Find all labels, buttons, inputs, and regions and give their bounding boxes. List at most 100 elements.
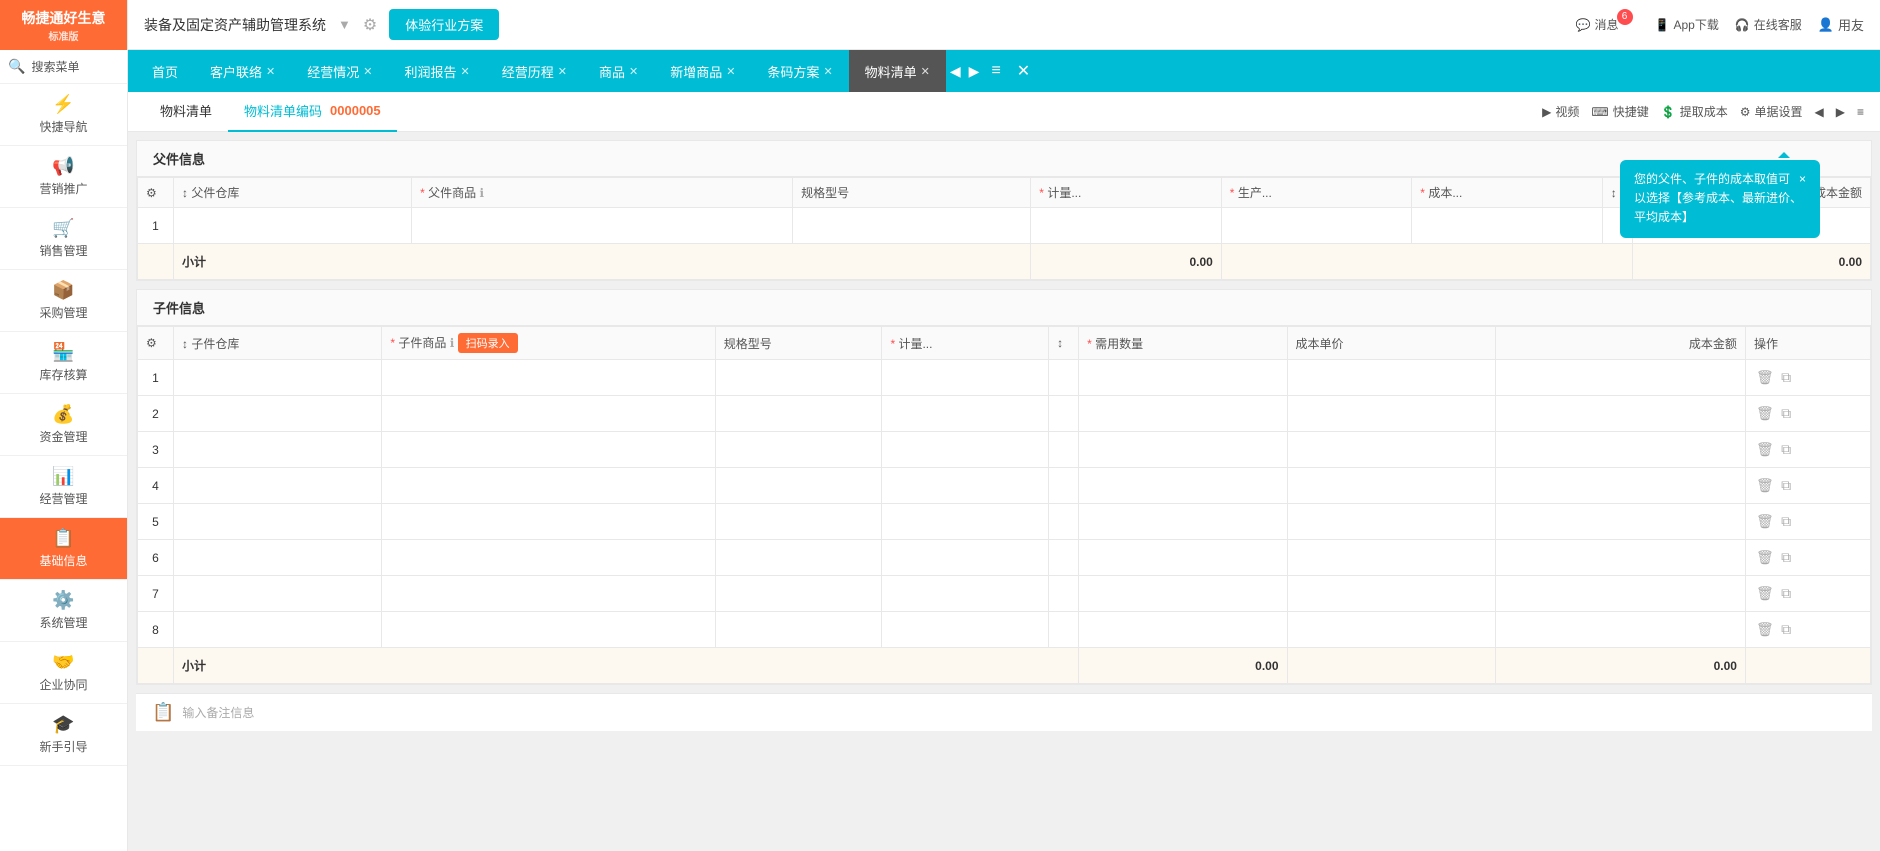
child-qty-cell[interactable] xyxy=(1079,396,1287,432)
scan-button[interactable]: 扫码录入 xyxy=(458,333,518,353)
child-qty-cell[interactable] xyxy=(1079,360,1287,396)
copy-icon[interactable]: ⧉ xyxy=(1781,549,1791,565)
sidebar-item-purchase[interactable]: 📦 采购管理 xyxy=(0,270,127,332)
sidebar-item-enterprise[interactable]: 🤝 企业协同 xyxy=(0,642,127,704)
child-cost-price-cell[interactable] xyxy=(1287,612,1495,648)
parent-warehouse-cell[interactable] xyxy=(174,208,412,244)
copy-icon[interactable]: ⧉ xyxy=(1781,405,1791,421)
tab-products-close[interactable]: ✕ xyxy=(629,65,638,78)
nav-prev[interactable]: ◀ xyxy=(946,63,965,80)
child-unit-cell[interactable] xyxy=(882,540,1049,576)
child-col-settings[interactable]: ⚙ xyxy=(138,327,174,360)
child-qty-cell[interactable] xyxy=(1079,612,1287,648)
tab-products[interactable]: 商品 ✕ xyxy=(583,50,654,92)
child-warehouse-cell[interactable] xyxy=(174,540,382,576)
single-settings-button[interactable]: ⚙ 单据设置 xyxy=(1740,103,1803,120)
nav-fullscreen[interactable]: ✕ xyxy=(1009,61,1038,81)
child-product-cell[interactable] xyxy=(382,396,715,432)
child-product-cell[interactable] xyxy=(382,612,715,648)
parent-unit-cell[interactable] xyxy=(1031,208,1222,244)
child-product-cell[interactable] xyxy=(382,468,715,504)
sidebar-item-operations[interactable]: 📊 经营管理 xyxy=(0,456,127,518)
child-spec-cell[interactable] xyxy=(715,432,882,468)
tab-barcode[interactable]: 条码方案 ✕ xyxy=(751,50,848,92)
sidebar-item-newbie[interactable]: 🎓 新手引导 xyxy=(0,704,127,766)
parent-production-cell[interactable] xyxy=(1221,208,1412,244)
child-cost-price-cell[interactable] xyxy=(1287,576,1495,612)
child-spec-cell[interactable] xyxy=(715,504,882,540)
tab-history-close[interactable]: ✕ xyxy=(558,65,567,78)
child-unit-cell[interactable] xyxy=(882,468,1049,504)
sidebar-item-sales[interactable]: 🛒 销售管理 xyxy=(0,208,127,270)
cost-button[interactable]: 💲 提取成本 xyxy=(1661,103,1728,120)
delete-icon[interactable]: 🗑 xyxy=(1756,513,1774,529)
tab-bom-close[interactable]: ✕ xyxy=(921,65,930,78)
child-warehouse-cell[interactable] xyxy=(174,396,382,432)
copy-icon[interactable]: ⧉ xyxy=(1781,513,1791,529)
child-warehouse-cell[interactable] xyxy=(174,432,382,468)
tab-customers-close[interactable]: ✕ xyxy=(266,65,275,78)
copy-icon[interactable]: ⧉ xyxy=(1781,477,1791,493)
child-spec-cell[interactable] xyxy=(715,540,882,576)
toolbar-grid-view[interactable]: ≡ xyxy=(1857,105,1864,119)
child-unit-cell[interactable] xyxy=(882,360,1049,396)
child-product-cell[interactable] xyxy=(382,360,715,396)
sidebar-item-quick-nav[interactable]: ⚡ 快捷导航 xyxy=(0,84,127,146)
copy-icon[interactable]: ⧉ xyxy=(1781,369,1791,385)
child-qty-cell[interactable] xyxy=(1079,432,1287,468)
delete-icon[interactable]: 🗑 xyxy=(1756,549,1774,565)
parent-col-settings[interactable]: ⚙ xyxy=(138,178,174,208)
child-product-cell[interactable] xyxy=(382,504,715,540)
child-cost-price-cell[interactable] xyxy=(1287,540,1495,576)
child-product-cell[interactable] xyxy=(382,576,715,612)
copy-icon[interactable]: ⧉ xyxy=(1781,441,1791,457)
child-warehouse-cell[interactable] xyxy=(174,612,382,648)
parent-spec-cell[interactable] xyxy=(793,208,1031,244)
child-warehouse-cell[interactable] xyxy=(174,504,382,540)
sidebar-item-basic-info[interactable]: 📋 基础信息 xyxy=(0,518,127,580)
child-spec-cell[interactable] xyxy=(715,396,882,432)
child-cost-price-cell[interactable] xyxy=(1287,504,1495,540)
tab-new-products-close[interactable]: ✕ xyxy=(726,65,735,78)
sidebar-item-finance[interactable]: 💰 资金管理 xyxy=(0,394,127,456)
message-button[interactable]: 💬 消息 6 xyxy=(1576,16,1639,33)
tab-barcode-close[interactable]: ✕ xyxy=(823,65,832,78)
child-spec-cell[interactable] xyxy=(715,612,882,648)
copy-icon[interactable]: ⧉ xyxy=(1781,585,1791,601)
nav-next[interactable]: ▶ xyxy=(965,63,984,80)
tooltip-close-button[interactable]: × xyxy=(1799,170,1806,189)
tab-bom[interactable]: 物料清单 ✕ xyxy=(849,50,946,92)
sidebar-item-system[interactable]: ⚙️ 系统管理 xyxy=(0,580,127,642)
child-warehouse-cell[interactable] xyxy=(174,468,382,504)
child-qty-cell[interactable] xyxy=(1079,540,1287,576)
child-warehouse-cell[interactable] xyxy=(174,360,382,396)
child-qty-cell[interactable] xyxy=(1079,576,1287,612)
delete-icon[interactable]: 🗑 xyxy=(1756,441,1774,457)
settings-icon[interactable]: ⚙ xyxy=(363,15,377,35)
parent-product-cell[interactable] xyxy=(412,208,793,244)
child-cost-price-cell[interactable] xyxy=(1287,432,1495,468)
child-unit-cell[interactable] xyxy=(882,576,1049,612)
child-warehouse-cell[interactable] xyxy=(174,576,382,612)
parent-cost-cell[interactable] xyxy=(1412,208,1603,244)
delete-icon[interactable]: 🗑 xyxy=(1756,405,1774,421)
child-spec-cell[interactable] xyxy=(715,576,882,612)
tab-history[interactable]: 经营历程 ✕ xyxy=(486,50,583,92)
sub-tab-bom-list[interactable]: 物料清单 xyxy=(144,92,228,132)
dropdown-arrow[interactable]: ▼ xyxy=(338,17,351,32)
user-menu[interactable]: 👤 用友 xyxy=(1818,15,1864,34)
tab-operations[interactable]: 经营情况 ✕ xyxy=(291,50,388,92)
child-product-cell[interactable] xyxy=(382,432,715,468)
delete-icon[interactable]: 🗑 xyxy=(1756,477,1774,493)
sidebar-search[interactable]: 🔍 搜索菜单 xyxy=(0,50,127,84)
child-unit-cell[interactable] xyxy=(882,612,1049,648)
video-button[interactable]: ▶ 视频 xyxy=(1542,103,1579,120)
child-spec-cell[interactable] xyxy=(715,468,882,504)
trial-button[interactable]: 体验行业方案 xyxy=(389,9,499,40)
child-spec-cell[interactable] xyxy=(715,360,882,396)
child-unit-cell[interactable] xyxy=(882,432,1049,468)
child-unit-cell[interactable] xyxy=(882,396,1049,432)
delete-icon[interactable]: 🗑 xyxy=(1756,369,1774,385)
service-button[interactable]: 🎧 在线客服 xyxy=(1735,16,1802,33)
tab-new-products[interactable]: 新增商品 ✕ xyxy=(654,50,751,92)
